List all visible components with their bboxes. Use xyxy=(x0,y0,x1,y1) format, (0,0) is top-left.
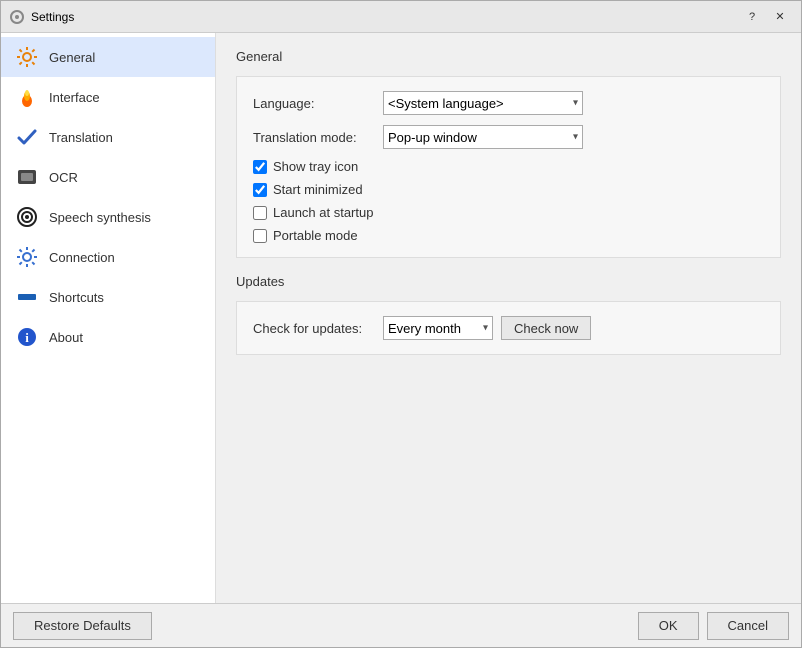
sidebar-item-speech-label: Speech synthesis xyxy=(49,210,151,225)
speech-icon xyxy=(15,205,39,229)
interface-icon xyxy=(15,85,39,109)
close-button[interactable]: ✕ xyxy=(767,6,793,28)
launch-at-startup-row: Launch at startup xyxy=(253,205,764,220)
show-tray-icon-checkbox[interactable] xyxy=(253,160,267,174)
language-select[interactable]: <System language> English German French … xyxy=(383,91,583,115)
footer: Restore Defaults OK Cancel xyxy=(1,603,801,647)
titlebar: Settings ? ✕ xyxy=(1,1,801,33)
settings-window: Settings ? ✕ xyxy=(0,0,802,648)
sidebar-item-interface-label: Interface xyxy=(49,90,100,105)
check-now-button[interactable]: Check now xyxy=(501,316,591,340)
language-select-wrapper: <System language> English German French … xyxy=(383,91,583,115)
ocr-icon xyxy=(15,165,39,189)
language-row: Language: <System language> English Germ… xyxy=(253,91,764,115)
sidebar-item-translation[interactable]: Translation xyxy=(1,117,215,157)
help-button[interactable]: ? xyxy=(739,6,765,28)
svg-text:i: i xyxy=(25,330,29,345)
sidebar-item-shortcuts-label: Shortcuts xyxy=(49,290,104,305)
about-icon: i xyxy=(15,325,39,349)
main-panel: General Language: <System language> Engl… xyxy=(216,33,801,603)
sidebar-item-ocr-label: OCR xyxy=(49,170,78,185)
translation-icon xyxy=(15,125,39,149)
window-title: Settings xyxy=(31,10,739,24)
show-tray-icon-row: Show tray icon xyxy=(253,159,764,174)
portable-mode-row: Portable mode xyxy=(253,228,764,243)
footer-right-buttons: OK Cancel xyxy=(638,612,789,640)
general-settings-group: Language: <System language> English Germ… xyxy=(236,76,781,258)
translation-mode-select-wrapper: Pop-up window Inline Side by side xyxy=(383,125,583,149)
portable-mode-checkbox[interactable] xyxy=(253,229,267,243)
sidebar-item-shortcuts[interactable]: Shortcuts xyxy=(1,277,215,317)
language-label: Language: xyxy=(253,96,383,111)
shortcuts-icon xyxy=(15,285,39,309)
check-interval-select[interactable]: Every day Every week Every month Never xyxy=(383,316,493,340)
sidebar-item-general-label: General xyxy=(49,50,95,65)
sidebar-item-interface[interactable]: Interface xyxy=(1,77,215,117)
sidebar-item-connection-label: Connection xyxy=(49,250,115,265)
connection-icon xyxy=(15,245,39,269)
updates-section-title: Updates xyxy=(236,274,781,289)
restore-defaults-button[interactable]: Restore Defaults xyxy=(13,612,152,640)
sidebar-item-general[interactable]: General xyxy=(1,37,215,77)
ok-button[interactable]: OK xyxy=(638,612,699,640)
window-icon xyxy=(9,9,25,25)
start-minimized-checkbox[interactable] xyxy=(253,183,267,197)
launch-at-startup-checkbox[interactable] xyxy=(253,206,267,220)
cancel-button[interactable]: Cancel xyxy=(707,612,789,640)
show-tray-icon-label: Show tray icon xyxy=(273,159,358,174)
sidebar-item-translation-label: Translation xyxy=(49,130,113,145)
sidebar-item-connection[interactable]: Connection xyxy=(1,237,215,277)
updates-controls: Every day Every week Every month Never C… xyxy=(383,316,591,340)
check-for-updates-label: Check for updates: xyxy=(253,321,383,336)
sidebar-item-about[interactable]: i About xyxy=(1,317,215,357)
general-icon xyxy=(15,45,39,69)
sidebar: General Interface xyxy=(1,33,216,603)
general-section-title: General xyxy=(236,49,781,64)
updates-settings-group: Check for updates: Every day Every week … xyxy=(236,301,781,355)
sidebar-item-speech[interactable]: Speech synthesis xyxy=(1,197,215,237)
translation-mode-select[interactable]: Pop-up window Inline Side by side xyxy=(383,125,583,149)
titlebar-buttons: ? ✕ xyxy=(739,6,793,28)
check-interval-wrapper: Every day Every week Every month Never xyxy=(383,316,493,340)
content-area: General Interface xyxy=(1,33,801,603)
launch-at-startup-label: Launch at startup xyxy=(273,205,373,220)
translation-mode-row: Translation mode: Pop-up window Inline S… xyxy=(253,125,764,149)
sidebar-item-ocr[interactable]: OCR xyxy=(1,157,215,197)
sidebar-item-about-label: About xyxy=(49,330,83,345)
start-minimized-label: Start minimized xyxy=(273,182,363,197)
portable-mode-label: Portable mode xyxy=(273,228,358,243)
check-for-updates-row: Check for updates: Every day Every week … xyxy=(253,316,764,340)
translation-mode-label: Translation mode: xyxy=(253,130,383,145)
start-minimized-row: Start minimized xyxy=(253,182,764,197)
